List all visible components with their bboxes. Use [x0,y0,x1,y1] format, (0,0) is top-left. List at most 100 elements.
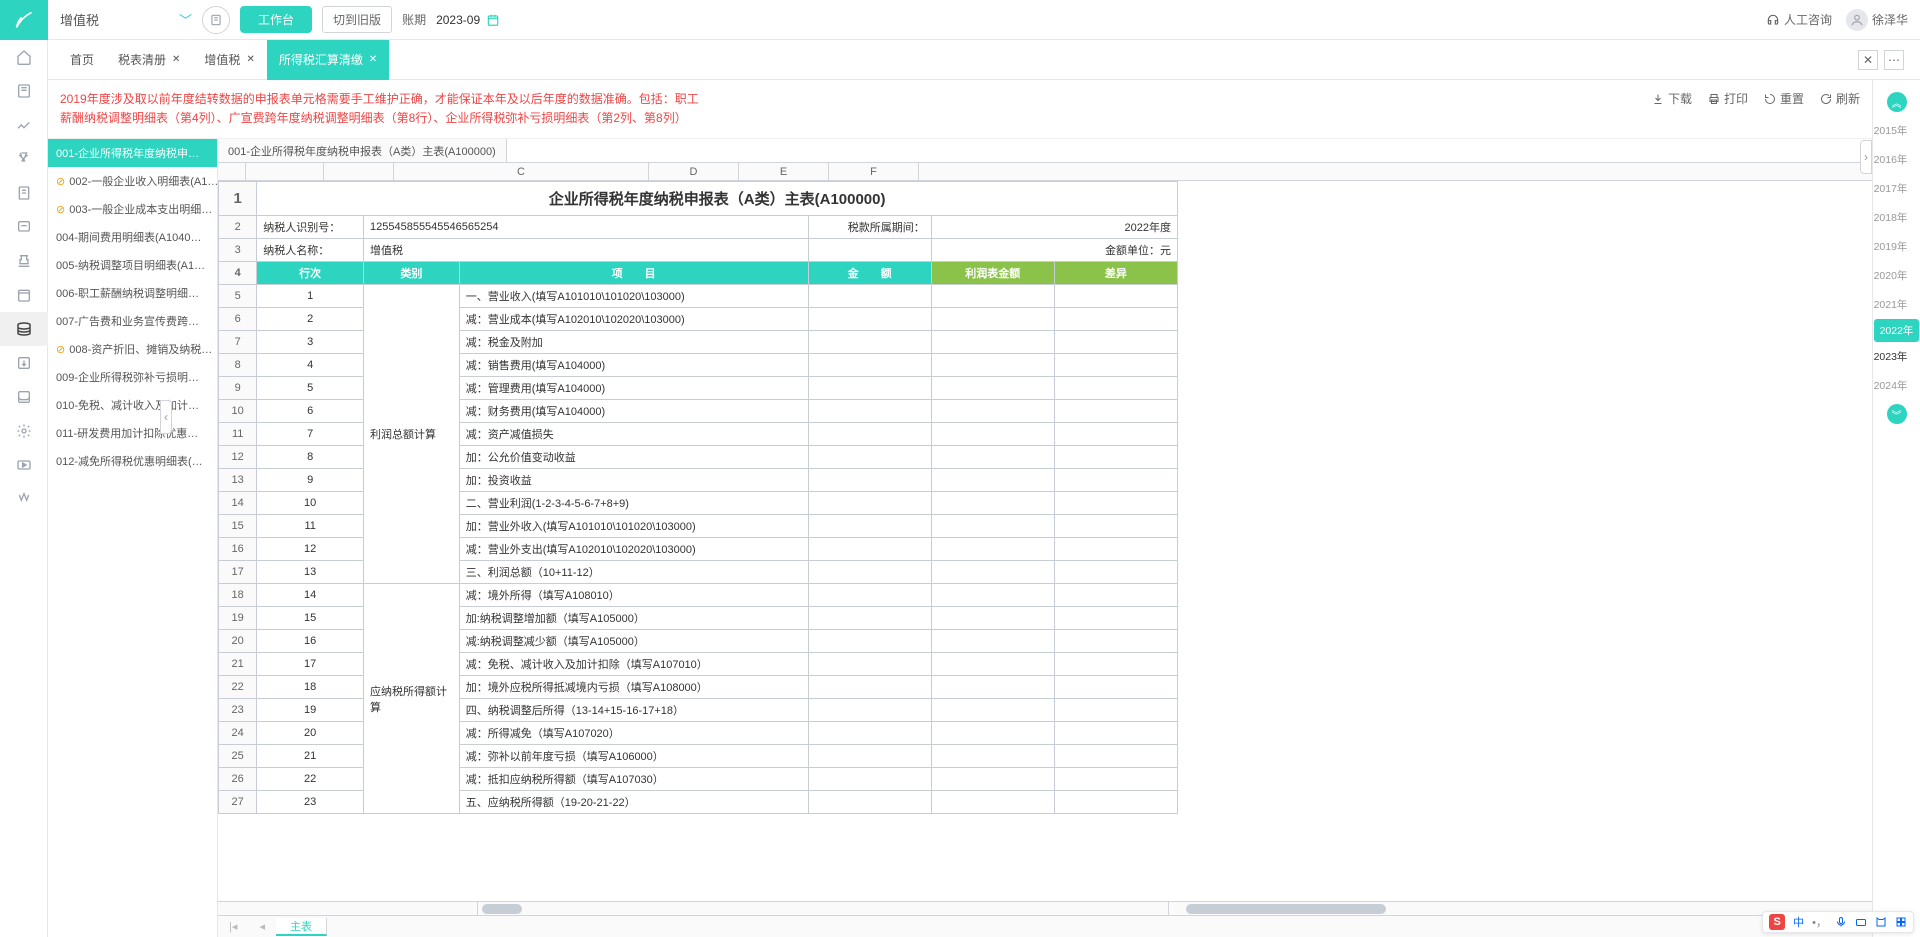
value-cell[interactable] [808,584,931,607]
year-item[interactable]: 2015年 [1874,116,1920,145]
nav-inbox-icon[interactable] [0,380,48,414]
value-cell[interactable] [808,446,931,469]
tree-item[interactable]: 007-广告费和业务宣传费跨… [48,307,217,335]
value-cell[interactable] [931,400,1054,423]
nav-chart-icon[interactable] [0,108,48,142]
value-cell[interactable] [931,561,1054,584]
close-icon[interactable]: ✕ [172,54,180,65]
year-item[interactable]: 2023年 [1874,342,1920,371]
value-cell[interactable] [808,607,931,630]
value-cell[interactable] [1054,745,1177,768]
value-cell[interactable] [931,492,1054,515]
value-cell[interactable] [931,722,1054,745]
mic-icon[interactable] [1835,916,1847,928]
tree-item[interactable]: ⊘008-资产折旧、摊销及纳税… [48,335,217,363]
tree-item[interactable]: 012-减免所得税优惠明细表(… [48,447,217,475]
value-cell[interactable] [808,538,931,561]
value-cell[interactable] [931,630,1054,653]
value-cell[interactable] [931,423,1054,446]
value-cell[interactable] [808,699,931,722]
nav-video-icon[interactable] [0,448,48,482]
tab-income-tax[interactable]: 所得税汇算清缴✕ [267,40,389,80]
year-scroll-down-icon[interactable]: ︾ [1887,404,1907,424]
tab-vat[interactable]: 增值税✕ [192,40,266,80]
value-cell[interactable] [1054,791,1177,814]
value-cell[interactable] [1054,699,1177,722]
tree-item[interactable]: 011-研发费用加计扣除优惠… [48,419,217,447]
year-item[interactable]: 2020年 [1874,261,1920,290]
nav-settings-icon[interactable] [0,414,48,448]
value-cell[interactable] [931,745,1054,768]
tree-item[interactable]: 004-期间费用明细表(A1040… [48,223,217,251]
ime-toolbar[interactable]: S 中 •， [1762,911,1914,933]
nav-home-icon[interactable] [0,40,48,74]
value-cell[interactable] [1054,469,1177,492]
value-cell[interactable] [931,446,1054,469]
tree-item[interactable]: 006-职工薪酬纳税调整明细… [48,279,217,307]
value-cell[interactable] [1054,584,1177,607]
download-button[interactable]: 下载 [1652,90,1692,107]
year-item[interactable]: 2017年 [1874,174,1920,203]
value-cell[interactable] [808,285,931,308]
nav-export-icon[interactable] [0,346,48,380]
year-scroll-up-icon[interactable]: ︽ [1887,92,1907,112]
value-cell[interactable] [1054,308,1177,331]
nav-tax-icon[interactable] [0,312,48,346]
value-cell[interactable] [808,400,931,423]
value-cell[interactable] [1054,607,1177,630]
year-item[interactable]: 2021年 [1874,290,1920,319]
value-cell[interactable] [1054,354,1177,377]
tree-item[interactable]: 005-纳税调整项目明细表(A1… [48,251,217,279]
period-picker[interactable]: 2023-09 [436,13,500,27]
sheet-tab[interactable]: 001-企业所得税年度纳税申报表（A类）主表(A100000) [218,139,507,162]
year-item[interactable]: 2016年 [1874,145,1920,174]
year-item[interactable]: 2018年 [1874,203,1920,232]
value-cell[interactable] [1054,331,1177,354]
value-cell[interactable] [1054,377,1177,400]
tree-item[interactable]: ⊘002-一般企业收入明细表(A1… [48,167,217,195]
value-cell[interactable] [808,492,931,515]
keyboard-icon[interactable] [1855,916,1867,928]
nav-receipt-icon[interactable] [0,210,48,244]
value-cell[interactable] [931,515,1054,538]
company-selector[interactable]: 增值税 ﹀ [60,10,192,29]
skin-icon[interactable] [1875,916,1887,928]
bottom-tab-main[interactable]: 主表 [276,918,327,936]
taxpayer-name-cell[interactable]: 增值税 [364,239,809,262]
value-cell[interactable] [1054,400,1177,423]
workbench-button[interactable]: 工作台 [240,6,312,33]
value-cell[interactable] [808,653,931,676]
value-cell[interactable] [1054,538,1177,561]
print-button[interactable]: 打印 [1708,90,1748,107]
value-cell[interactable] [1054,285,1177,308]
nav-money-icon[interactable] [0,142,48,176]
tree-item[interactable]: 010-免税、减计收入及加计… [48,391,217,419]
value-cell[interactable] [931,699,1054,722]
value-cell[interactable] [1054,515,1177,538]
value-cell[interactable] [808,331,931,354]
horizontal-scrollbar[interactable] [218,901,1872,915]
nav-doc-icon[interactable] [0,176,48,210]
taxpayer-id-cell[interactable]: 125545855545546565254 [364,216,809,239]
nav-stamp-icon[interactable] [0,244,48,278]
tree-item[interactable]: 009-企业所得税弥补亏损明… [48,363,217,391]
value-cell[interactable] [1054,561,1177,584]
value-cell[interactable] [931,584,1054,607]
tab-home[interactable]: 首页 [58,40,106,80]
year-item[interactable]: 2024年 [1874,371,1920,400]
value-cell[interactable] [808,308,931,331]
spreadsheet-grid[interactable]: 1企业所得税年度纳税申报表（A类）主表(A100000) 2 纳税人识别号： 1… [218,181,1872,901]
value-cell[interactable] [1054,492,1177,515]
value-cell[interactable] [808,630,931,653]
value-cell[interactable] [931,285,1054,308]
value-cell[interactable] [808,722,931,745]
close-icon[interactable]: ✕ [369,54,377,65]
value-cell[interactable] [808,768,931,791]
value-cell[interactable] [808,561,931,584]
value-cell[interactable] [1054,722,1177,745]
app-logo[interactable] [0,0,48,40]
collapse-tree-handle[interactable]: ‹ [160,400,172,434]
tree-item[interactable]: ⊘003-一般企业成本支出明细… [48,195,217,223]
year-item[interactable]: 2019年 [1874,232,1920,261]
value-cell[interactable] [808,791,931,814]
